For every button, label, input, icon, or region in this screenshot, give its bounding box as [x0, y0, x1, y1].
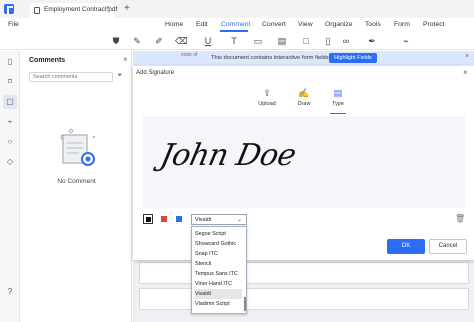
menu-protect[interactable]: Protect	[423, 21, 445, 28]
app-logo-icon[interactable]	[4, 4, 14, 14]
link-icon[interactable]: ∞	[340, 35, 352, 47]
font-select-value: Vivaldi	[195, 217, 212, 223]
highlight-fields-button[interactable]: Highlight Fields	[329, 53, 377, 63]
menu-view[interactable]: View	[298, 21, 313, 28]
comments-panel: Comments × ⏷ No Comment	[21, 51, 132, 322]
menu-tools[interactable]: Tools	[365, 21, 381, 28]
signature-preview-area[interactable]: John Doe	[143, 116, 465, 208]
layers-icon[interactable]: ◇	[5, 157, 15, 167]
comment-icon: ▢	[6, 97, 14, 106]
type-tab[interactable]: ▤ Type	[323, 88, 353, 112]
font-option[interactable]: Snap ITC	[194, 249, 242, 259]
new-tab-button[interactable]: +	[124, 4, 130, 14]
color-swatch-red[interactable]	[161, 216, 167, 222]
cancel-button[interactable]: Cancel	[429, 239, 467, 254]
textbox-icon[interactable]: ▭	[252, 35, 264, 47]
highlighter-icon[interactable]: ✐	[153, 35, 165, 47]
file-menu[interactable]: File	[8, 21, 19, 28]
empty-comments-illustration-icon	[60, 128, 95, 166]
form-fields-banner: state of This document contains interact…	[133, 51, 474, 65]
panel-close-icon[interactable]: ×	[123, 55, 128, 64]
menu-edit[interactable]: Edit	[196, 21, 208, 28]
underline-icon[interactable]: U	[202, 35, 214, 47]
draw-icon: ✍	[298, 88, 310, 98]
document-tab[interactable]: Employment Contract.pdf ×	[30, 3, 117, 18]
tab-close-icon[interactable]: ×	[106, 5, 110, 12]
rectangle-icon[interactable]: □	[300, 35, 312, 47]
attachment-icon[interactable]: ⌁	[400, 35, 412, 47]
pdf-file-icon	[34, 7, 40, 14]
menu-organize[interactable]: Organize	[325, 21, 353, 28]
banner-close-icon[interactable]: ×	[465, 53, 469, 60]
attachment-rail-icon[interactable]: ⌁	[5, 117, 15, 127]
font-option[interactable]: Tempus Sans ITC	[194, 269, 242, 279]
font-dropdown-list: Segoe Script Showcard Gothic Snap ITC St…	[191, 226, 247, 314]
dialog-close-icon[interactable]: ×	[463, 68, 468, 77]
stamp-icon[interactable]: ⛊	[110, 35, 122, 47]
callout-icon[interactable]: ▤	[276, 35, 288, 47]
signature-text: John Doe	[157, 138, 299, 173]
trash-icon[interactable]: 🗑	[455, 214, 465, 223]
document-page-field[interactable]	[139, 262, 469, 284]
note-icon[interactable]: ▯	[322, 35, 334, 47]
font-option-selected[interactable]: Vivaldi	[194, 289, 242, 299]
comments-panel-title: Comments	[29, 57, 66, 64]
color-swatch-black-fill	[146, 217, 151, 222]
signature-pen-icon[interactable]: ✒	[366, 35, 378, 47]
font-option[interactable]: Showcard Gothic	[194, 239, 242, 249]
help-icon[interactable]: ?	[5, 287, 15, 297]
dialog-title: Add Signature	[136, 70, 175, 76]
active-mode-indicator	[330, 113, 346, 114]
upload-tab[interactable]: ⇪ Upload	[252, 88, 282, 112]
color-swatch-black[interactable]	[143, 214, 153, 224]
upload-tab-label: Upload	[258, 101, 276, 107]
banner-background-text: state of	[181, 52, 198, 58]
menu-bar: File Home Edit Comment Convert View Orga…	[0, 18, 474, 32]
font-option[interactable]: Segoe Script	[194, 229, 242, 239]
banner-message: This document contains interactive form …	[211, 55, 331, 61]
menu-home[interactable]: Home	[165, 21, 183, 28]
font-option[interactable]: Vladimir Script	[194, 299, 242, 309]
document-page-field[interactable]	[139, 288, 469, 310]
font-list-scrollbar[interactable]	[244, 297, 246, 311]
menu-form[interactable]: Form	[394, 21, 410, 28]
font-option[interactable]: Viner Hand ITC	[194, 279, 242, 289]
chevron-down-icon: ⌄	[237, 217, 243, 223]
comments-rail-button[interactable]: ▢	[3, 95, 17, 109]
color-swatch-blue[interactable]	[176, 216, 182, 222]
font-option[interactable]: Stencil	[194, 259, 242, 269]
empty-comments-text: No Comment	[57, 178, 96, 185]
comment-toolbar: ⛊ ✎ ✐ ⌫ U T ▭ ▤ □ ▯ ∞ ✒ ⌁	[0, 32, 474, 50]
bookmark-icon[interactable]: ⌑	[5, 77, 15, 87]
title-bar: Employment Contract.pdf × +	[0, 0, 474, 18]
left-rail: ▯ ⌑ ▢ ⌁ ○ ◇ ?	[0, 51, 20, 322]
draw-tab[interactable]: ✍ Draw	[289, 88, 319, 112]
ok-button[interactable]: OK	[387, 239, 425, 254]
font-select[interactable]: Vivaldi ⌄	[191, 214, 247, 225]
filter-icon[interactable]: ⏷	[117, 72, 123, 80]
thumbnails-icon[interactable]: ▯	[5, 57, 15, 67]
type-tab-label: Type	[332, 101, 344, 107]
menu-comment[interactable]: Comment	[221, 21, 250, 28]
search-icon[interactable]: ○	[5, 137, 15, 147]
menu-convert[interactable]: Convert	[262, 21, 286, 28]
pencil-icon[interactable]: ✎	[131, 35, 143, 47]
draw-tab-label: Draw	[297, 101, 311, 107]
comments-search-input[interactable]	[29, 72, 113, 82]
eraser-icon[interactable]: ⌫	[175, 35, 188, 47]
upload-icon: ⇪	[263, 88, 271, 98]
add-signature-dialog: Add Signature × ⇪ Upload ✍ Draw ▤ Type J…	[133, 66, 474, 260]
text-icon[interactable]: T	[228, 35, 240, 47]
type-icon: ▤	[333, 88, 343, 98]
